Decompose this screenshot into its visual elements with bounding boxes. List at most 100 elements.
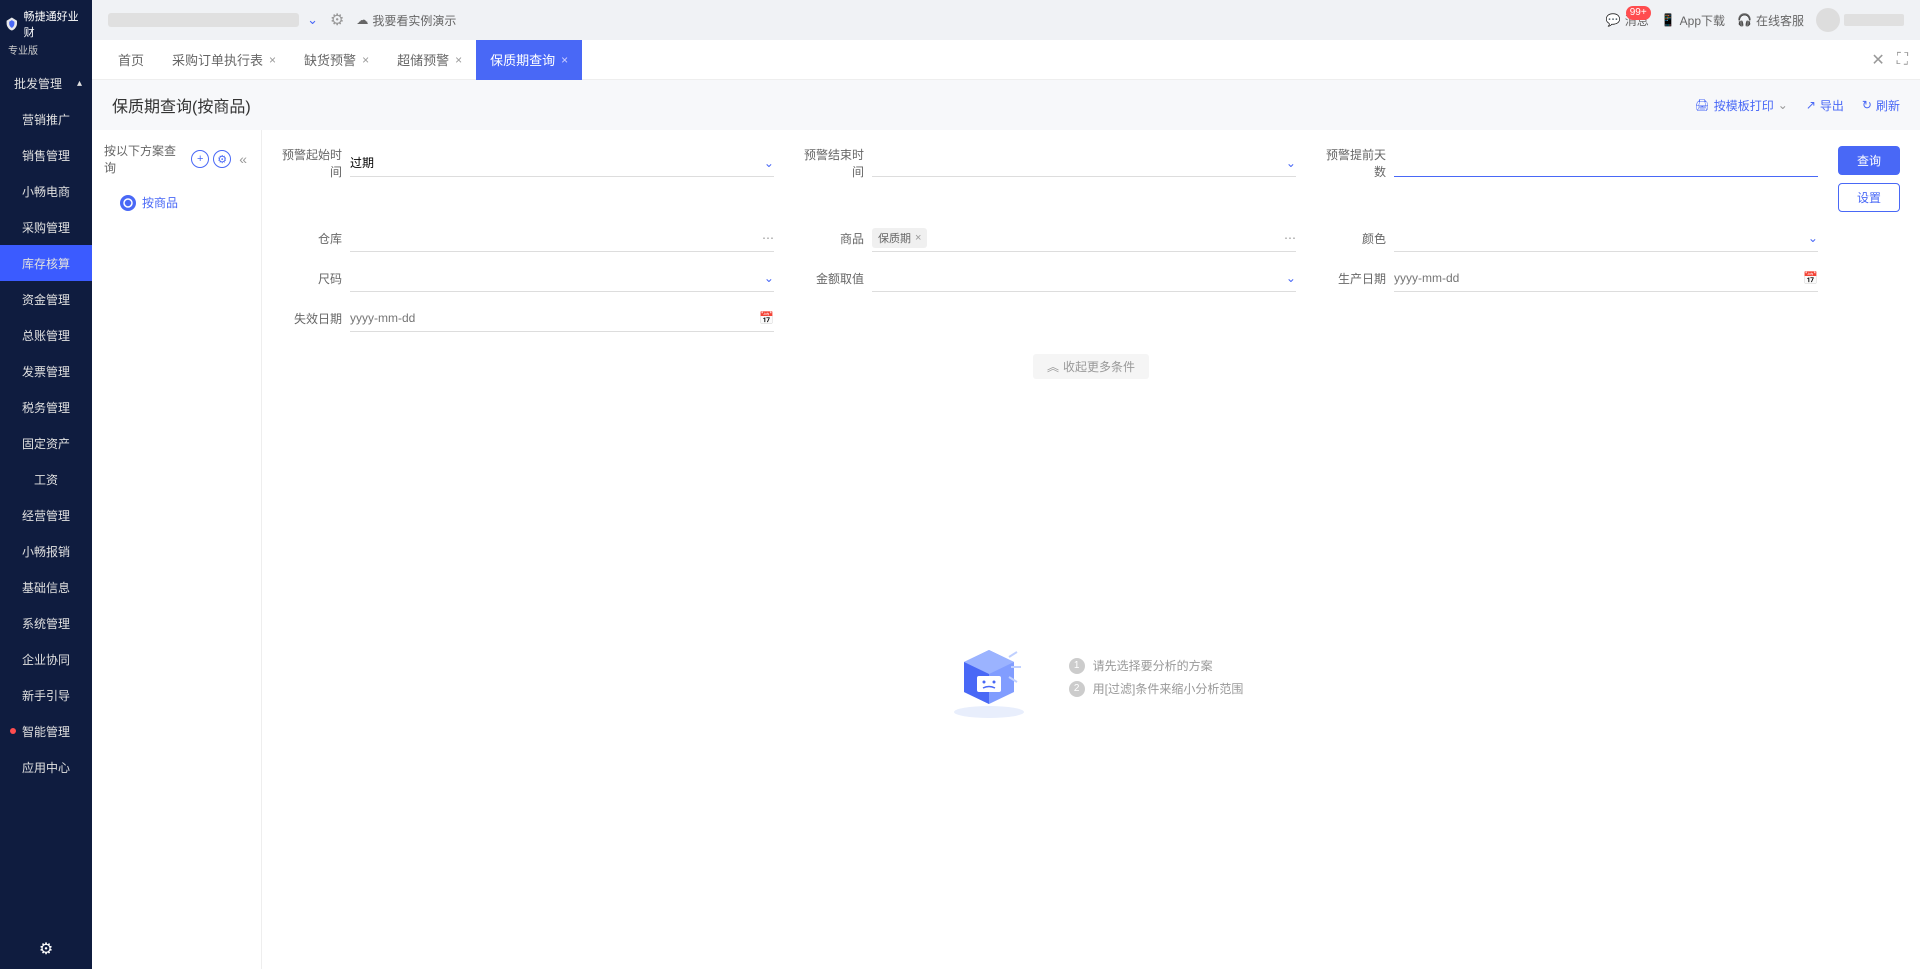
- prod-date-input[interactable]: 📅: [1394, 264, 1818, 292]
- nav-item-label: 税务管理: [22, 399, 70, 416]
- user-menu[interactable]: [1816, 8, 1904, 32]
- filter-label: 仓库: [272, 230, 342, 247]
- empty-step-1: 1 请先选择要分析的方案: [1069, 657, 1244, 674]
- amount-type-select[interactable]: ⌄: [872, 264, 1296, 292]
- nav-item[interactable]: 应用中心: [0, 749, 92, 785]
- nav-item-label: 固定资产: [22, 435, 70, 452]
- nav-item[interactable]: 企业协同: [0, 641, 92, 677]
- messages-button[interactable]: 💬 消息 99+: [1606, 12, 1649, 29]
- step-number-icon: 1: [1069, 658, 1085, 674]
- tabs-bar: 首页采购订单执行表×缺货预警×超储预警×保质期查询× ✕ ⛶: [92, 40, 1920, 80]
- refresh-label: 刷新: [1876, 97, 1900, 114]
- nav-item[interactable]: 采购管理: [0, 209, 92, 245]
- company-selector[interactable]: ⌄: [108, 12, 318, 28]
- query-button[interactable]: 查询: [1838, 146, 1900, 175]
- nav-item[interactable]: 库存核算: [0, 245, 92, 281]
- expire-date-value[interactable]: [350, 311, 759, 325]
- tab-close-icon[interactable]: ×: [362, 53, 369, 67]
- close-all-icon[interactable]: ✕: [1871, 50, 1884, 70]
- tag-remove-icon[interactable]: ×: [915, 232, 921, 244]
- collapse-label: 收起更多条件: [1063, 358, 1135, 375]
- print-icon: 🖨: [1695, 98, 1710, 112]
- tab[interactable]: 缺货预警×: [290, 40, 383, 80]
- tab[interactable]: 采购订单执行表 ×: [158, 40, 290, 80]
- filter-prod-date: 生产日期 📅: [1316, 264, 1818, 292]
- filter-label: 商品: [794, 230, 864, 247]
- tab-close-icon[interactable]: ×: [561, 53, 568, 67]
- empty-illustration: [939, 632, 1039, 722]
- scheme-item-by-product[interactable]: 按商品: [104, 194, 249, 211]
- expire-date-input[interactable]: 📅: [350, 304, 774, 332]
- warn-end-value[interactable]: [872, 156, 1286, 170]
- scheme-settings-button[interactable]: ⚙: [213, 150, 231, 168]
- nav-item[interactable]: 资金管理: [0, 281, 92, 317]
- nav-item[interactable]: 新手引导: [0, 677, 92, 713]
- filter-size: 尺码 ⌄: [272, 264, 774, 292]
- settings-icon[interactable]: ⚙: [330, 10, 344, 30]
- tab-label: 采购订单执行表: [172, 50, 263, 69]
- nav-item[interactable]: 经营管理: [0, 497, 92, 533]
- warn-start-value[interactable]: [350, 156, 764, 170]
- page-header: 保质期查询(按商品) 🖨 按模板打印 ⌄ ↗ 导出 ↻ 刷新: [92, 80, 1920, 130]
- nav-item-label: 经营管理: [22, 507, 70, 524]
- brand-logo: 畅捷通好业财: [0, 0, 92, 40]
- nav-item-label: 销售管理: [22, 147, 70, 164]
- product-select[interactable]: 保质期 × ⋯: [872, 224, 1296, 252]
- online-service-button[interactable]: 🎧 在线客服: [1737, 12, 1804, 29]
- nav-item[interactable]: 基础信息: [0, 569, 92, 605]
- app-download-button[interactable]: 📱 App下载: [1661, 12, 1725, 29]
- warn-days-value[interactable]: [1394, 156, 1818, 170]
- nav-parent[interactable]: 批发管理 ▴: [0, 65, 92, 101]
- nav-item[interactable]: 税务管理: [0, 389, 92, 425]
- warehouse-select[interactable]: ⋯: [350, 224, 774, 252]
- tab[interactable]: 保质期查询×: [476, 40, 582, 80]
- warn-start-select[interactable]: ⌄: [350, 149, 774, 177]
- demo-link[interactable]: ☁ 我要看实例演示: [356, 12, 456, 29]
- warehouse-value[interactable]: [350, 231, 762, 245]
- filter-color: 颜色 ⌄: [1316, 224, 1818, 252]
- filter-label: 金额取值: [794, 270, 864, 287]
- settings-button[interactable]: 设置: [1838, 183, 1900, 212]
- nav-item[interactable]: 小畅电商: [0, 173, 92, 209]
- print-button[interactable]: 🖨 按模板打印 ⌄: [1695, 97, 1788, 114]
- nav-item[interactable]: 销售管理: [0, 137, 92, 173]
- scheme-header-label: 按以下方案查询: [104, 142, 185, 176]
- tab-close-icon[interactable]: ×: [269, 53, 276, 67]
- nav-item[interactable]: 营销推广: [0, 101, 92, 137]
- nav-item[interactable]: 总账管理: [0, 317, 92, 353]
- refresh-button[interactable]: ↻ 刷新: [1862, 97, 1900, 114]
- sidebar-settings[interactable]: ⚙: [0, 929, 92, 969]
- fullscreen-icon[interactable]: ⛶: [1897, 51, 1908, 69]
- size-value[interactable]: [350, 271, 764, 285]
- collapse-panel-icon[interactable]: «: [237, 151, 249, 167]
- notification-dot-icon: [10, 728, 16, 734]
- size-select[interactable]: ⌄: [350, 264, 774, 292]
- tab-close-icon[interactable]: ×: [455, 53, 462, 67]
- brand-icon: [4, 16, 20, 32]
- nav-item[interactable]: 小畅报销: [0, 533, 92, 569]
- product-value[interactable]: [931, 231, 1284, 245]
- app-download-label: App下载: [1680, 12, 1725, 29]
- tab[interactable]: 首页: [104, 40, 158, 80]
- nav-item[interactable]: 固定资产: [0, 425, 92, 461]
- nav-item-label: 系统管理: [22, 615, 70, 632]
- step-2-text: 用[过滤]条件来缩小分析范围: [1093, 680, 1244, 697]
- add-scheme-button[interactable]: +: [191, 150, 209, 168]
- tab[interactable]: 超储预警 ×: [383, 40, 476, 80]
- prod-date-value[interactable]: [1394, 271, 1803, 285]
- collapse-filters-button[interactable]: ︽ 收起更多条件: [1033, 354, 1149, 379]
- nav-item[interactable]: 工资: [0, 461, 92, 497]
- color-select[interactable]: ⌄: [1394, 224, 1818, 252]
- nav-item[interactable]: 智能管理: [0, 713, 92, 749]
- nav-item-label: 营销推广: [22, 111, 70, 128]
- warn-days-input[interactable]: [1394, 149, 1818, 177]
- tab-label: 超储预警: [397, 50, 449, 69]
- nav-item[interactable]: 系统管理: [0, 605, 92, 641]
- amount-type-value[interactable]: [872, 271, 1286, 285]
- empty-steps: 1 请先选择要分析的方案 2 用[过滤]条件来缩小分析范围: [1069, 651, 1244, 703]
- export-button[interactable]: ↗ 导出: [1806, 97, 1844, 114]
- nav-item[interactable]: 发票管理: [0, 353, 92, 389]
- warn-end-select[interactable]: ⌄: [872, 149, 1296, 177]
- filter-label: 生产日期: [1316, 270, 1386, 287]
- color-value[interactable]: [1394, 231, 1808, 245]
